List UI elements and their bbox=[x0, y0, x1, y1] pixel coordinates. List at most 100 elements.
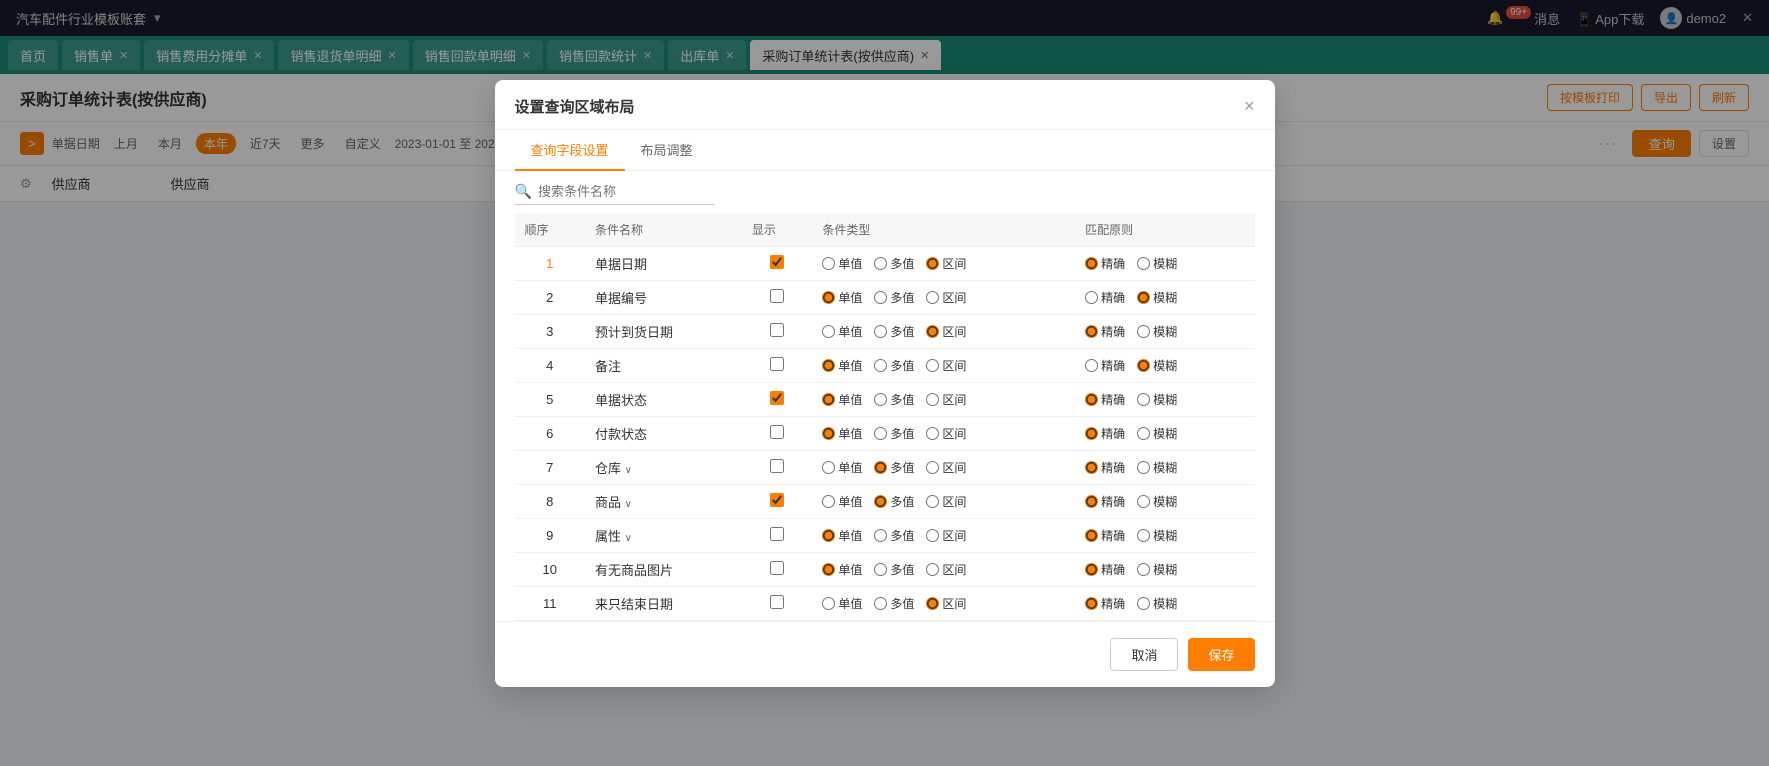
match-radio-模糊[interactable]: 模糊 bbox=[1137, 527, 1177, 544]
match-radio-模糊[interactable]: 模糊 bbox=[1137, 323, 1177, 340]
match-radio-模糊[interactable]: 模糊 bbox=[1137, 391, 1177, 408]
row-type: 单值多值区间 bbox=[812, 518, 1075, 552]
type-radio-单值[interactable]: 单值 bbox=[822, 289, 862, 306]
type-radio-单值[interactable]: 单值 bbox=[822, 425, 862, 442]
display-checkbox[interactable] bbox=[770, 527, 784, 541]
row-name: 属性 ∨ bbox=[585, 518, 742, 552]
match-radio-精确[interactable]: 精确 bbox=[1085, 459, 1125, 476]
row-name: 付款状态 bbox=[585, 416, 742, 450]
cancel-btn[interactable]: 取消 bbox=[1110, 638, 1178, 671]
match-radio-模糊[interactable]: 模糊 bbox=[1137, 459, 1177, 476]
match-radio-模糊[interactable]: 模糊 bbox=[1137, 357, 1177, 374]
type-radio-单值[interactable]: 单值 bbox=[822, 561, 862, 578]
row-name: 预计到货日期 bbox=[585, 314, 742, 348]
type-radio-区间[interactable]: 区间 bbox=[926, 357, 966, 374]
match-radio-模糊[interactable]: 模糊 bbox=[1137, 493, 1177, 510]
type-radio-区间[interactable]: 区间 bbox=[926, 391, 966, 408]
dialog-close-btn[interactable]: × bbox=[1244, 96, 1255, 117]
chevron-down-icon[interactable]: ∨ bbox=[625, 533, 632, 544]
type-radio-单值[interactable]: 单值 bbox=[822, 493, 862, 510]
type-radio-单值[interactable]: 单值 bbox=[822, 323, 862, 340]
type-radio-多值[interactable]: 多值 bbox=[874, 493, 914, 510]
type-radio-单值[interactable]: 单值 bbox=[822, 595, 862, 612]
type-radio-区间[interactable]: 区间 bbox=[926, 595, 966, 612]
display-checkbox[interactable] bbox=[770, 425, 784, 439]
type-radio-区间[interactable]: 区间 bbox=[926, 425, 966, 442]
save-btn[interactable]: 保存 bbox=[1188, 638, 1254, 671]
match-radio-精确[interactable]: 精确 bbox=[1085, 561, 1125, 578]
match-radio-模糊[interactable]: 模糊 bbox=[1137, 289, 1177, 306]
type-radio-单值[interactable]: 单值 bbox=[822, 357, 862, 374]
row-match: 精确模糊 bbox=[1075, 348, 1254, 382]
match-radio-模糊[interactable]: 模糊 bbox=[1137, 595, 1177, 612]
type-radio-区间[interactable]: 区间 bbox=[926, 493, 966, 510]
type-radio-多值[interactable]: 多值 bbox=[874, 323, 914, 340]
match-radio-精确[interactable]: 精确 bbox=[1085, 255, 1125, 272]
row-order: 5 bbox=[515, 382, 585, 416]
type-radio-多值[interactable]: 多值 bbox=[874, 289, 914, 306]
type-radio-区间[interactable]: 区间 bbox=[926, 255, 966, 272]
type-radio-区间[interactable]: 区间 bbox=[926, 459, 966, 476]
type-radio-多值[interactable]: 多值 bbox=[874, 255, 914, 272]
type-radio-单值[interactable]: 单值 bbox=[822, 527, 862, 544]
row-order: 3 bbox=[515, 314, 585, 348]
display-checkbox[interactable] bbox=[770, 323, 784, 337]
row-match: 精确模糊 bbox=[1075, 314, 1254, 348]
display-checkbox[interactable] bbox=[770, 255, 784, 269]
type-radio-多值[interactable]: 多值 bbox=[874, 425, 914, 442]
display-checkbox[interactable] bbox=[770, 561, 784, 575]
display-checkbox[interactable] bbox=[770, 595, 784, 609]
dialog-table-wrap: 顺序 条件名称 显示 条件类型 匹配原则 1单据日期单值多值区间精确模糊2单据编… bbox=[495, 213, 1275, 621]
match-radio-精确[interactable]: 精确 bbox=[1085, 323, 1125, 340]
display-checkbox[interactable] bbox=[770, 493, 784, 507]
table-row: 8商品 ∨单值多值区间精确模糊 bbox=[515, 484, 1255, 518]
match-radio-精确[interactable]: 精确 bbox=[1085, 289, 1125, 306]
match-radio-模糊[interactable]: 模糊 bbox=[1137, 255, 1177, 272]
type-radio-多值[interactable]: 多值 bbox=[874, 595, 914, 612]
type-radio-区间[interactable]: 区间 bbox=[926, 323, 966, 340]
type-radio-单值[interactable]: 单值 bbox=[822, 255, 862, 272]
type-radio-区间[interactable]: 区间 bbox=[926, 289, 966, 306]
row-name: 有无商品图片 bbox=[585, 552, 742, 586]
match-radio-精确[interactable]: 精确 bbox=[1085, 425, 1125, 442]
chevron-down-icon[interactable]: ∨ bbox=[625, 465, 632, 476]
display-checkbox[interactable] bbox=[770, 357, 784, 371]
row-order: 6 bbox=[515, 416, 585, 450]
chevron-down-icon[interactable]: ∨ bbox=[625, 499, 632, 510]
dialog-tabs: 查询字段设置 布局调整 bbox=[495, 130, 1275, 171]
table-row: 2单据编号单值多值区间精确模糊 bbox=[515, 280, 1255, 314]
match-radio-精确[interactable]: 精确 bbox=[1085, 493, 1125, 510]
row-type: 单值多值区间 bbox=[812, 586, 1075, 620]
match-radio-模糊[interactable]: 模糊 bbox=[1137, 425, 1177, 442]
match-radio-精确[interactable]: 精确 bbox=[1085, 527, 1125, 544]
type-radio-多值[interactable]: 多值 bbox=[874, 459, 914, 476]
type-radio-区间[interactable]: 区间 bbox=[926, 527, 966, 544]
row-display bbox=[742, 382, 812, 416]
dialog-search: 🔍 bbox=[495, 171, 1275, 213]
type-radio-单值[interactable]: 单值 bbox=[822, 391, 862, 408]
display-checkbox[interactable] bbox=[770, 459, 784, 473]
type-radio-多值[interactable]: 多值 bbox=[874, 561, 914, 578]
row-name: 备注 bbox=[585, 348, 742, 382]
tab-query-fields[interactable]: 查询字段设置 bbox=[515, 130, 625, 171]
search-input[interactable] bbox=[538, 184, 698, 199]
type-radio-多值[interactable]: 多值 bbox=[874, 527, 914, 544]
row-display bbox=[742, 518, 812, 552]
match-radio-精确[interactable]: 精确 bbox=[1085, 595, 1125, 612]
match-radio-精确[interactable]: 精确 bbox=[1085, 391, 1125, 408]
tab-layout-adjust[interactable]: 布局调整 bbox=[625, 130, 709, 171]
type-radio-多值[interactable]: 多值 bbox=[874, 357, 914, 374]
type-radio-多值[interactable]: 多值 bbox=[874, 391, 914, 408]
display-checkbox[interactable] bbox=[770, 391, 784, 405]
row-type: 单值多值区间 bbox=[812, 382, 1075, 416]
display-checkbox[interactable] bbox=[770, 289, 784, 303]
th-type: 条件类型 bbox=[812, 213, 1075, 247]
match-radio-精确[interactable]: 精确 bbox=[1085, 357, 1125, 374]
row-name: 仓库 ∨ bbox=[585, 450, 742, 484]
type-radio-单值[interactable]: 单值 bbox=[822, 459, 862, 476]
match-radio-模糊[interactable]: 模糊 bbox=[1137, 561, 1177, 578]
row-match: 精确模糊 bbox=[1075, 552, 1254, 586]
row-match: 精确模糊 bbox=[1075, 586, 1254, 620]
row-match: 精确模糊 bbox=[1075, 450, 1254, 484]
type-radio-区间[interactable]: 区间 bbox=[926, 561, 966, 578]
